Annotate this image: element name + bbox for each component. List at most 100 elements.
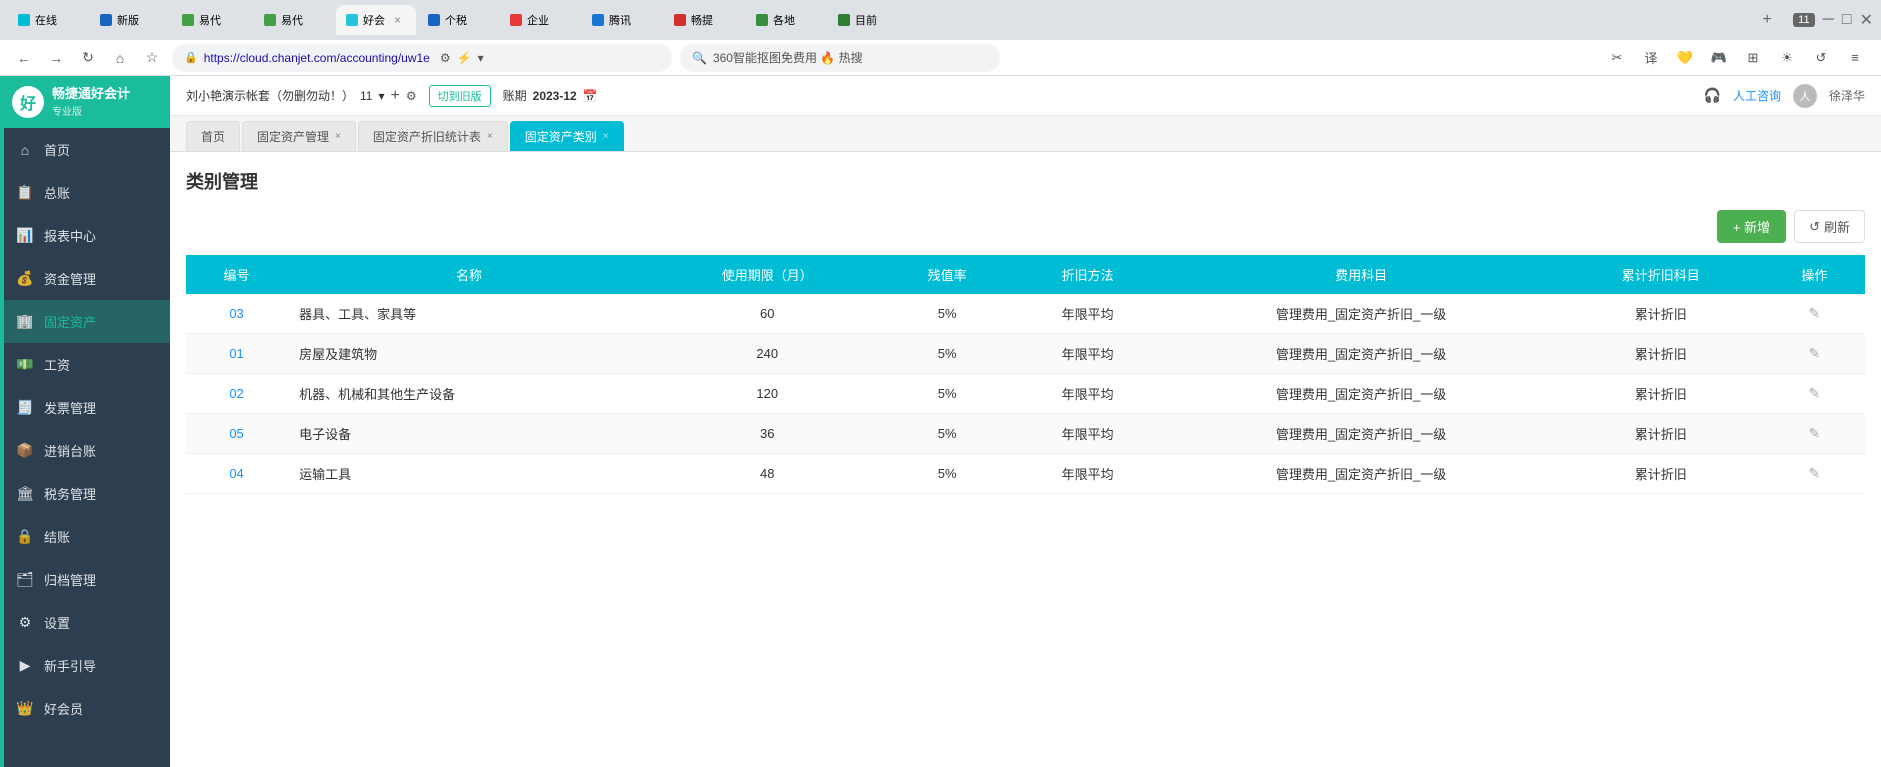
sidebar-item-tax[interactable]: 🏛税务管理 bbox=[0, 472, 170, 515]
sidebar-item-payroll[interactable]: 💵工资 bbox=[0, 343, 170, 386]
sidebar-item-fixed-assets[interactable]: 🏢固定资产 bbox=[0, 300, 170, 343]
tab-label: 畅提 bbox=[691, 12, 713, 28]
cell-action[interactable]: ✎ bbox=[1764, 294, 1865, 334]
browser-tab-5[interactable]: 好会× bbox=[336, 5, 416, 35]
table-header: 编号 bbox=[186, 255, 287, 294]
page-tab-close-2[interactable]: × bbox=[487, 131, 493, 142]
tab-favicon bbox=[346, 14, 358, 26]
translate-icon[interactable]: 译 bbox=[1637, 44, 1665, 72]
cut-icon[interactable]: ✂ bbox=[1603, 44, 1631, 72]
browser-tab-1[interactable]: 在线 bbox=[8, 5, 88, 35]
tab-label: 个税 bbox=[445, 12, 467, 28]
page-title: 类别管理 bbox=[186, 168, 1865, 194]
sidebar-label-settings: 设置 bbox=[44, 613, 70, 632]
user-info: 刘小艳演示帐套（勿删勿动！） 11 ▾ + ⚙ bbox=[186, 87, 417, 105]
table-row: 04运输工具485%年限平均管理费用_固定资产折旧_一级累计折旧✎ bbox=[186, 454, 1865, 494]
sidebar-item-closing[interactable]: 🔒结账 bbox=[0, 515, 170, 558]
sidebar-logo-text: 畅捷通好会计 bbox=[52, 86, 130, 103]
star-button[interactable]: ☆ bbox=[140, 46, 164, 70]
page-tab-2[interactable]: 固定资产折旧统计表× bbox=[358, 121, 508, 151]
menu-button[interactable]: ≡ bbox=[1841, 44, 1869, 72]
wallet-icon[interactable]: 💛 bbox=[1671, 44, 1699, 72]
table-header: 费用科目 bbox=[1165, 255, 1558, 294]
cell-residual: 5% bbox=[883, 294, 1010, 334]
tab-favicon bbox=[182, 14, 194, 26]
sidebar-label-payroll: 工资 bbox=[44, 355, 70, 374]
new-tab-button[interactable]: + bbox=[1753, 6, 1781, 34]
page-tab-1[interactable]: 固定资产管理× bbox=[242, 121, 356, 151]
home-button[interactable]: ⌂ bbox=[108, 46, 132, 70]
tab-label: 易代 bbox=[199, 12, 221, 28]
sidebar-label-guide: 新手引导 bbox=[44, 656, 96, 675]
close-window-button[interactable]: ✕ bbox=[1860, 10, 1873, 30]
sidebar-item-home[interactable]: ⌂首页 bbox=[0, 128, 170, 171]
url-bar[interactable]: 🔒 https://cloud.chanjet.com/accounting/u… bbox=[172, 44, 672, 72]
tab-favicon bbox=[18, 14, 30, 26]
page-tab-close-3[interactable]: × bbox=[603, 131, 609, 142]
back-button[interactable]: ← bbox=[12, 46, 36, 70]
sidebar-item-guide[interactable]: ▶新手引导 bbox=[0, 644, 170, 687]
browser-tab-4[interactable]: 易代 bbox=[254, 5, 334, 35]
minimize-button[interactable]: ─ bbox=[1823, 11, 1834, 29]
sidebar-item-help[interactable]: 👑好会员 bbox=[0, 687, 170, 730]
calendar-icon[interactable]: 📅 bbox=[583, 89, 598, 103]
url-text: https://cloud.chanjet.com/accounting/uw1… bbox=[204, 51, 430, 65]
add-button[interactable]: + 新增 bbox=[1717, 210, 1786, 243]
page-tab-0[interactable]: 首页 bbox=[186, 121, 240, 151]
browser-toolbar: ✂ 译 💛 🎮 ⊞ ☀ ↺ ≡ bbox=[1603, 44, 1869, 72]
browser-tab-6[interactable]: 个税 bbox=[418, 5, 498, 35]
search-bar[interactable]: 🔍 360智能抠图免费用 🔥 热搜 bbox=[680, 44, 1000, 72]
lightning-icon[interactable]: ⚡ bbox=[457, 51, 472, 65]
user-label: 刘小艳演示帐套（勿删勿动！） bbox=[186, 87, 354, 104]
sidebar-item-reports[interactable]: 📊报表中心 bbox=[0, 214, 170, 257]
settings-icon[interactable]: ⚙ bbox=[406, 89, 417, 103]
cell-name: 机器、机械和其他生产设备 bbox=[287, 374, 651, 414]
right-content: 刘小艳演示帐套（勿删勿动！） 11 ▾ + ⚙ 切到旧版 账期 2023-12 … bbox=[170, 76, 1881, 767]
browser-tab-11[interactable]: 目前 bbox=[828, 5, 908, 35]
sidebar-item-archive[interactable]: 🗂 归档管理 bbox=[0, 558, 170, 601]
forward-button[interactable]: → bbox=[44, 46, 68, 70]
sidebar-icon-archive: 🗂 bbox=[16, 571, 34, 589]
grid-icon[interactable]: ⊞ bbox=[1739, 44, 1767, 72]
sidebar-label-archive: 归档管理 bbox=[44, 570, 96, 589]
url-dropdown-icon[interactable]: ▾ bbox=[478, 51, 484, 65]
plus-button[interactable]: + bbox=[391, 87, 400, 105]
maximize-button[interactable]: □ bbox=[1842, 11, 1852, 29]
browser-tab-2[interactable]: 新版 bbox=[90, 5, 170, 35]
app-container: 好 畅捷通好会计 专业版 ⌂首页📋总账📊报表中心💰资金管理🏢固定资产💵工资🧾发票… bbox=[0, 76, 1881, 767]
cell-action[interactable]: ✎ bbox=[1764, 414, 1865, 454]
cell-action[interactable]: ✎ bbox=[1764, 334, 1865, 374]
browser-tab-7[interactable]: 企业 bbox=[500, 5, 580, 35]
sidebar-label-funds: 资金管理 bbox=[44, 269, 96, 288]
site-info-icon[interactable]: ⚙ bbox=[440, 51, 451, 65]
sidebar-icon-funds: 💰 bbox=[16, 270, 34, 288]
toolbar: + 新增 ↺ 刷新 bbox=[186, 210, 1865, 243]
left-edge-indicator bbox=[0, 76, 4, 767]
sidebar-item-settings[interactable]: ⚙设置 bbox=[0, 601, 170, 644]
sidebar-icon-home: ⌂ bbox=[16, 141, 34, 159]
app-logo: 好 bbox=[12, 86, 44, 118]
service-label[interactable]: 人工咨询 bbox=[1733, 87, 1781, 104]
tab-close-button[interactable]: × bbox=[394, 13, 401, 27]
page-tab-3[interactable]: 固定资产类别× bbox=[510, 121, 624, 151]
gamepad-icon[interactable]: 🎮 bbox=[1705, 44, 1733, 72]
browser-tab-10[interactable]: 各地 bbox=[746, 5, 826, 35]
sidebar-item-funds[interactable]: 💰 资金管理 bbox=[0, 257, 170, 300]
sidebar-item-purchase-sales[interactable]: 📦进销台账 bbox=[0, 429, 170, 472]
browser-tab-9[interactable]: 畅提 bbox=[664, 5, 744, 35]
browser-tab-8[interactable]: 腾讯 bbox=[582, 5, 662, 35]
sidebar-item-ledger[interactable]: 📋总账 bbox=[0, 171, 170, 214]
page-tab-close-1[interactable]: × bbox=[335, 131, 341, 142]
reload-button[interactable]: ↻ bbox=[76, 46, 100, 70]
cell-action[interactable]: ✎ bbox=[1764, 454, 1865, 494]
switch-version-button[interactable]: 切到旧版 bbox=[429, 85, 491, 107]
browser-tab-3[interactable]: 易代 bbox=[172, 5, 252, 35]
cell-action[interactable]: ✎ bbox=[1764, 374, 1865, 414]
dropdown-arrow[interactable]: ▾ bbox=[378, 89, 384, 103]
brightness-icon[interactable]: ☀ bbox=[1773, 44, 1801, 72]
sidebar-item-invoice[interactable]: 🧾发票管理 bbox=[0, 386, 170, 429]
undo-icon[interactable]: ↺ bbox=[1807, 44, 1835, 72]
period-value: 2023-12 bbox=[533, 89, 577, 103]
cell-name: 运输工具 bbox=[287, 454, 651, 494]
refresh-button[interactable]: ↺ 刷新 bbox=[1794, 210, 1865, 243]
